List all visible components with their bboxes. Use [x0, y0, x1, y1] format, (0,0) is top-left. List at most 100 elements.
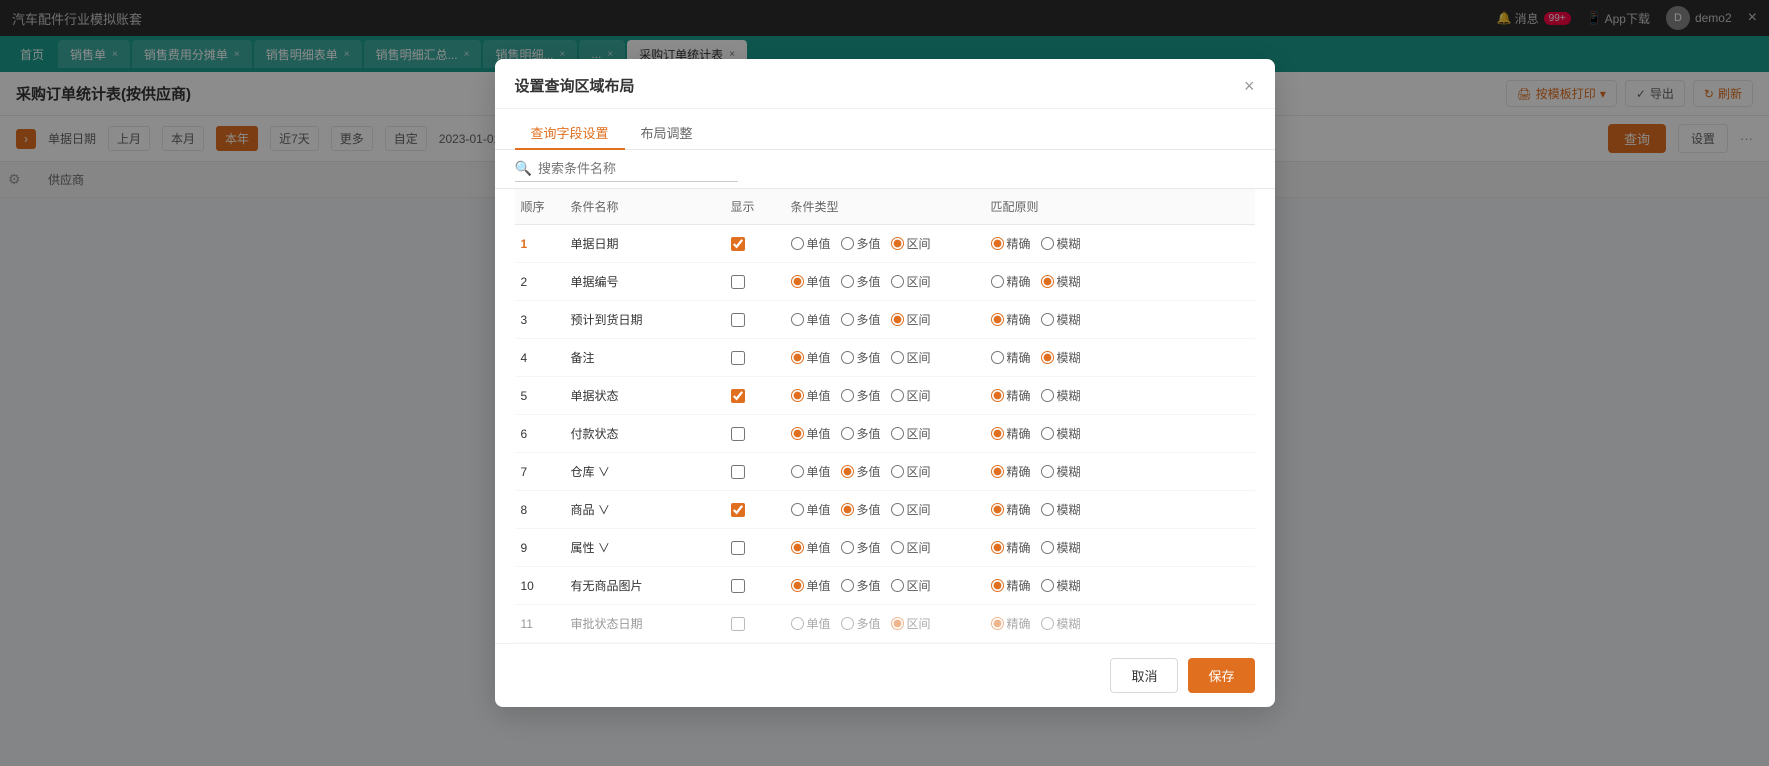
match-exact-1[interactable]: 精确	[991, 235, 1031, 252]
show-checkbox-10[interactable]	[731, 579, 745, 593]
search-input[interactable]	[538, 161, 738, 176]
match-exact-8[interactable]: 精确	[991, 501, 1031, 518]
type-radio-range-10[interactable]: 区间	[891, 577, 931, 594]
type-radio-range-8[interactable]: 区间	[891, 501, 931, 518]
type-radio-range-3[interactable]: 区间	[891, 311, 931, 328]
type-radio-multi-4[interactable]: 多值	[841, 349, 881, 366]
type-radio-range-2[interactable]: 区间	[891, 273, 931, 290]
cell-name-10: 有无商品图片	[565, 577, 725, 594]
type-radio-single-4[interactable]: 单值	[791, 349, 831, 366]
type-radio-single-9[interactable]: 单值	[791, 539, 831, 556]
table-row: 7 仓库 ∨ 单值 多值 区间 精确 模糊	[515, 453, 1255, 491]
match-fuzzy-11[interactable]: 模糊	[1041, 615, 1081, 632]
type-radio-single-5[interactable]: 单值	[791, 387, 831, 404]
type-radio-range-5[interactable]: 区间	[891, 387, 931, 404]
type-radio-multi-5[interactable]: 多值	[841, 387, 881, 404]
match-exact-9[interactable]: 精确	[991, 539, 1031, 556]
match-exact-2[interactable]: 精确	[991, 273, 1031, 290]
match-fuzzy-5[interactable]: 模糊	[1041, 387, 1081, 404]
table-row: 2 单据编号 单值 多值 区间 精确 模糊	[515, 263, 1255, 301]
show-checkbox-9[interactable]	[731, 541, 745, 555]
type-radio-range-4[interactable]: 区间	[891, 349, 931, 366]
th-type: 条件类型	[785, 198, 985, 215]
match-exact-11[interactable]: 精确	[991, 615, 1031, 632]
match-fuzzy-2[interactable]: 模糊	[1041, 273, 1081, 290]
type-radio-range-7[interactable]: 区间	[891, 463, 931, 480]
type-radio-single-7[interactable]: 单值	[791, 463, 831, 480]
show-checkbox-11[interactable]	[731, 617, 745, 631]
show-checkbox-4[interactable]	[731, 351, 745, 365]
type-radio-multi-8[interactable]: 多值	[841, 501, 881, 518]
type-radio-single-10[interactable]: 单值	[791, 577, 831, 594]
type-radio-single-2[interactable]: 单值	[791, 273, 831, 290]
match-fuzzy-8[interactable]: 模糊	[1041, 501, 1081, 518]
cell-name-7: 仓库 ∨	[565, 463, 725, 480]
type-radio-multi-7[interactable]: 多值	[841, 463, 881, 480]
match-exact-6[interactable]: 精确	[991, 425, 1031, 442]
cell-match-7: 精确 模糊	[985, 463, 1185, 480]
cell-type-2: 单值 多值 区间	[785, 273, 985, 290]
cell-order-6: 6	[515, 427, 565, 441]
type-radio-single-1[interactable]: 单值	[791, 235, 831, 252]
type-radio-multi-9[interactable]: 多值	[841, 539, 881, 556]
cell-match-6: 精确 模糊	[985, 425, 1185, 442]
cell-match-2: 精确 模糊	[985, 273, 1185, 290]
match-fuzzy-6[interactable]: 模糊	[1041, 425, 1081, 442]
cell-match-8: 精确 模糊	[985, 501, 1185, 518]
match-fuzzy-9[interactable]: 模糊	[1041, 539, 1081, 556]
match-fuzzy-1[interactable]: 模糊	[1041, 235, 1081, 252]
cell-match-10: 精确 模糊	[985, 577, 1185, 594]
type-radio-multi-10[interactable]: 多值	[841, 577, 881, 594]
type-radio-single-11[interactable]: 单值	[791, 615, 831, 632]
match-exact-10[interactable]: 精确	[991, 577, 1031, 594]
show-checkbox-3[interactable]	[731, 313, 745, 327]
dialog-close-btn[interactable]: ×	[1244, 77, 1255, 95]
cell-match-11: 精确 模糊	[985, 615, 1185, 632]
cell-name-8: 商品 ∨	[565, 501, 725, 518]
cell-show-4	[725, 351, 785, 365]
cell-name-3: 预计到货日期	[565, 311, 725, 328]
type-radio-multi-11[interactable]: 多值	[841, 615, 881, 632]
show-checkbox-7[interactable]	[731, 465, 745, 479]
type-radio-multi-2[interactable]: 多值	[841, 273, 881, 290]
type-radio-single-3[interactable]: 单值	[791, 311, 831, 328]
cell-type-10: 单值 多值 区间	[785, 577, 985, 594]
type-radio-range-11[interactable]: 区间	[891, 615, 931, 632]
type-radio-single-6[interactable]: 单值	[791, 425, 831, 442]
show-checkbox-2[interactable]	[731, 275, 745, 289]
show-checkbox-8[interactable]	[731, 503, 745, 517]
table-row: 4 备注 单值 多值 区间 精确 模糊	[515, 339, 1255, 377]
tab-query-fields[interactable]: 查询字段设置	[515, 117, 625, 150]
match-fuzzy-4[interactable]: 模糊	[1041, 349, 1081, 366]
match-exact-3[interactable]: 精确	[991, 311, 1031, 328]
show-checkbox-6[interactable]	[731, 427, 745, 441]
match-fuzzy-10[interactable]: 模糊	[1041, 577, 1081, 594]
match-exact-5[interactable]: 精确	[991, 387, 1031, 404]
type-radio-single-8[interactable]: 单值	[791, 501, 831, 518]
cell-type-8: 单值 多值 区间	[785, 501, 985, 518]
match-fuzzy-7[interactable]: 模糊	[1041, 463, 1081, 480]
cell-type-4: 单值 多值 区间	[785, 349, 985, 366]
search-icon: 🔍	[515, 160, 532, 177]
match-exact-4[interactable]: 精确	[991, 349, 1031, 366]
type-radio-multi-6[interactable]: 多值	[841, 425, 881, 442]
type-radio-multi-3[interactable]: 多值	[841, 311, 881, 328]
cell-show-9	[725, 541, 785, 555]
cell-show-6	[725, 427, 785, 441]
match-fuzzy-3[interactable]: 模糊	[1041, 311, 1081, 328]
cancel-button[interactable]: 取消	[1110, 658, 1178, 693]
show-checkbox-5[interactable]	[731, 389, 745, 403]
table-row: 6 付款状态 单值 多值 区间 精确 模糊	[515, 415, 1255, 453]
type-radio-multi-1[interactable]: 多值	[841, 235, 881, 252]
type-radio-range-6[interactable]: 区间	[891, 425, 931, 442]
type-radio-range-1[interactable]: 区间	[891, 235, 931, 252]
match-exact-7[interactable]: 精确	[991, 463, 1031, 480]
th-show: 显示	[725, 198, 785, 215]
cell-name-5: 单据状态	[565, 387, 725, 404]
cell-order-9: 9	[515, 541, 565, 555]
show-checkbox-1[interactable]	[731, 237, 745, 251]
type-radio-range-9[interactable]: 区间	[891, 539, 931, 556]
save-button[interactable]: 保存	[1188, 658, 1254, 693]
table-row: 5 单据状态 单值 多值 区间 精确 模糊	[515, 377, 1255, 415]
tab-layout-adjust[interactable]: 布局调整	[625, 117, 709, 150]
